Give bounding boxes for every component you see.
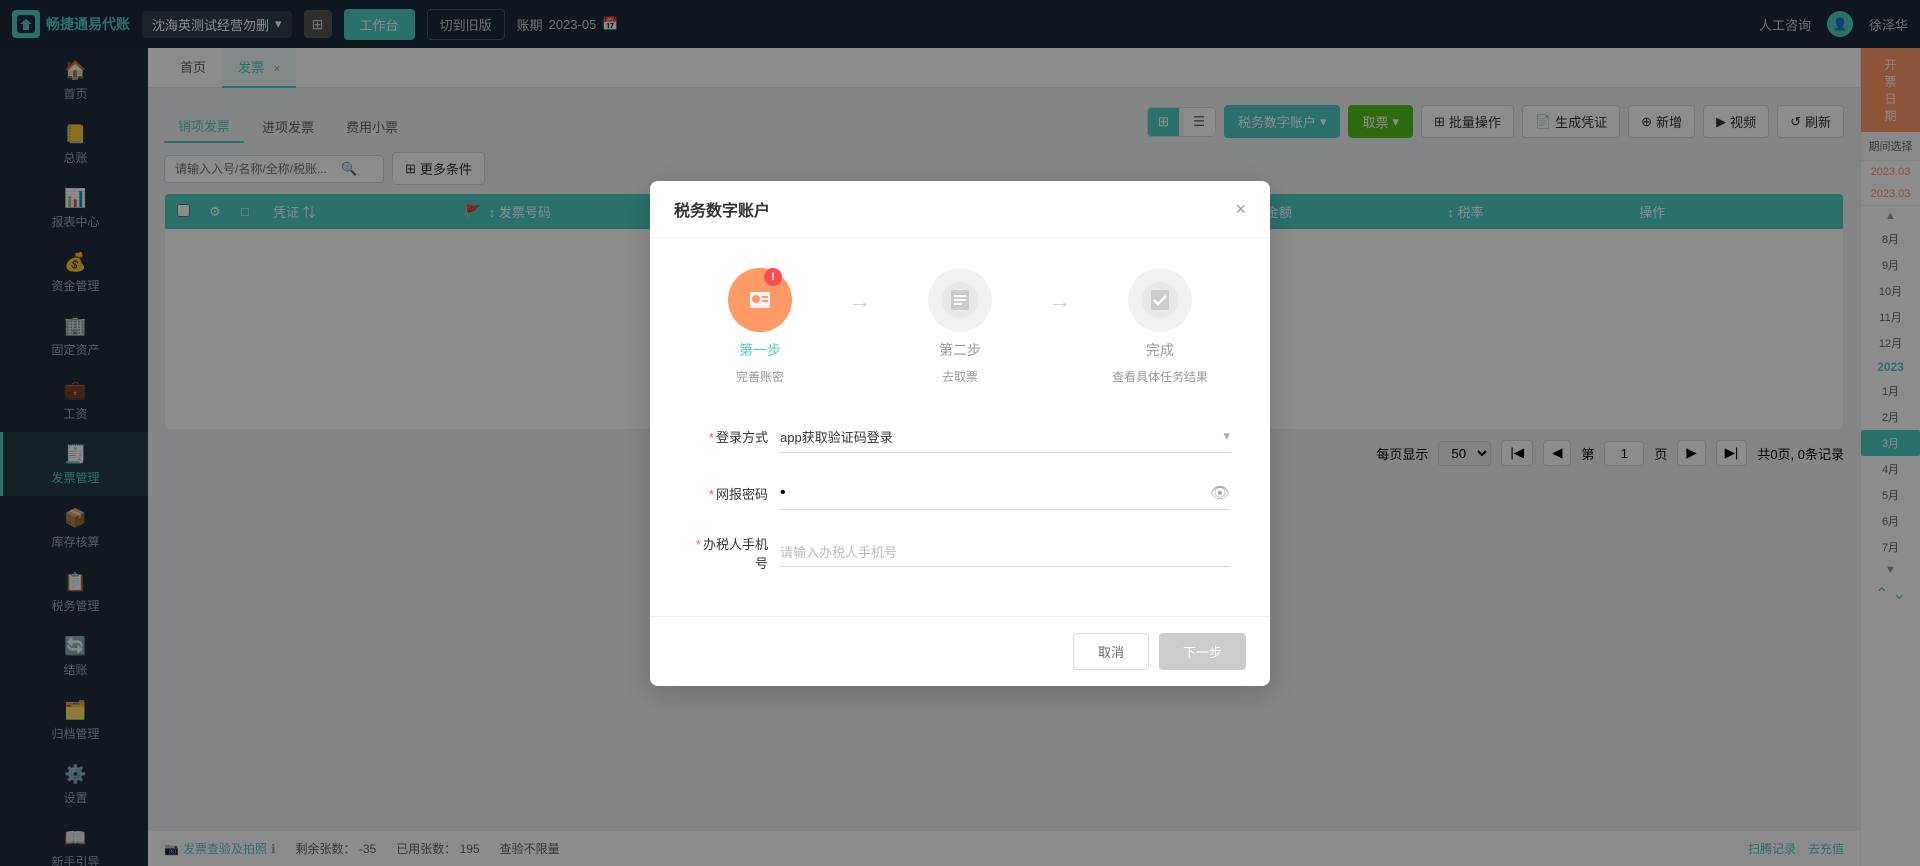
phone-label: 办税人手机号 <box>690 534 780 572</box>
modal-title: 税务数字账户 <box>674 197 770 221</box>
login-method-value: app获取验证码登录 <box>780 427 893 446</box>
password-input[interactable] <box>780 484 1210 502</box>
password-row: 网报密码 👁 <box>690 477 1230 510</box>
step3-desc: 查看具体任务结果 <box>1112 368 1208 385</box>
login-method-label: 登录方式 <box>690 427 780 446</box>
step1-desc: 完善账密 <box>736 368 784 385</box>
step3-icon <box>1128 268 1192 332</box>
login-method-select[interactable]: app获取验证码登录 ▾ <box>780 421 1230 453</box>
step-1: ! 第一步 完善账密 <box>690 268 830 385</box>
password-toggle-icon[interactable]: 👁 <box>1210 483 1230 503</box>
modal-close-button[interactable]: × <box>1235 200 1246 218</box>
next-button[interactable]: 下一步 <box>1159 633 1246 670</box>
modal-header: 税务数字账户 × <box>650 181 1270 238</box>
step-3: 完成 查看具体任务结果 <box>1090 268 1230 385</box>
steps-container: ! 第一步 完善账密 → <box>690 268 1230 385</box>
step1-icon <box>728 268 792 332</box>
step1-title: 第一步 <box>739 340 781 360</box>
modal-footer: 取消 下一步 <box>650 616 1270 686</box>
login-method-row: 登录方式 app获取验证码登录 ▾ <box>690 421 1230 453</box>
arrow-2: → <box>1030 268 1090 314</box>
modal-form: 登录方式 app获取验证码登录 ▾ 网报密码 👁 办税人手机 <box>690 421 1230 572</box>
arrow-1-icon: → <box>849 288 871 314</box>
step2-icon <box>928 268 992 332</box>
select-arrow-icon: ▾ <box>1223 428 1230 444</box>
step1-error-badge: ! <box>764 268 782 286</box>
step3-title: 完成 <box>1146 340 1174 360</box>
step2-title: 第二步 <box>939 340 981 360</box>
password-field-wrapper: 👁 <box>780 477 1230 510</box>
password-label: 网报密码 <box>690 484 780 503</box>
tax-digital-modal: 税务数字账户 × <box>650 181 1270 686</box>
cancel-button[interactable]: 取消 <box>1073 633 1149 670</box>
step-2: 第二步 去取票 <box>890 268 1030 385</box>
step1-icon-wrapper: ! <box>728 268 792 332</box>
arrow-2-icon: → <box>1049 288 1071 314</box>
step2-desc: 去取票 <box>942 368 978 385</box>
phone-input[interactable] <box>780 539 1230 567</box>
modal-body: ! 第一步 完善账密 → <box>650 238 1270 616</box>
phone-row: 办税人手机号 <box>690 534 1230 572</box>
modal-overlay[interactable]: 税务数字账户 × <box>0 0 1920 866</box>
arrow-1: → <box>830 268 890 314</box>
